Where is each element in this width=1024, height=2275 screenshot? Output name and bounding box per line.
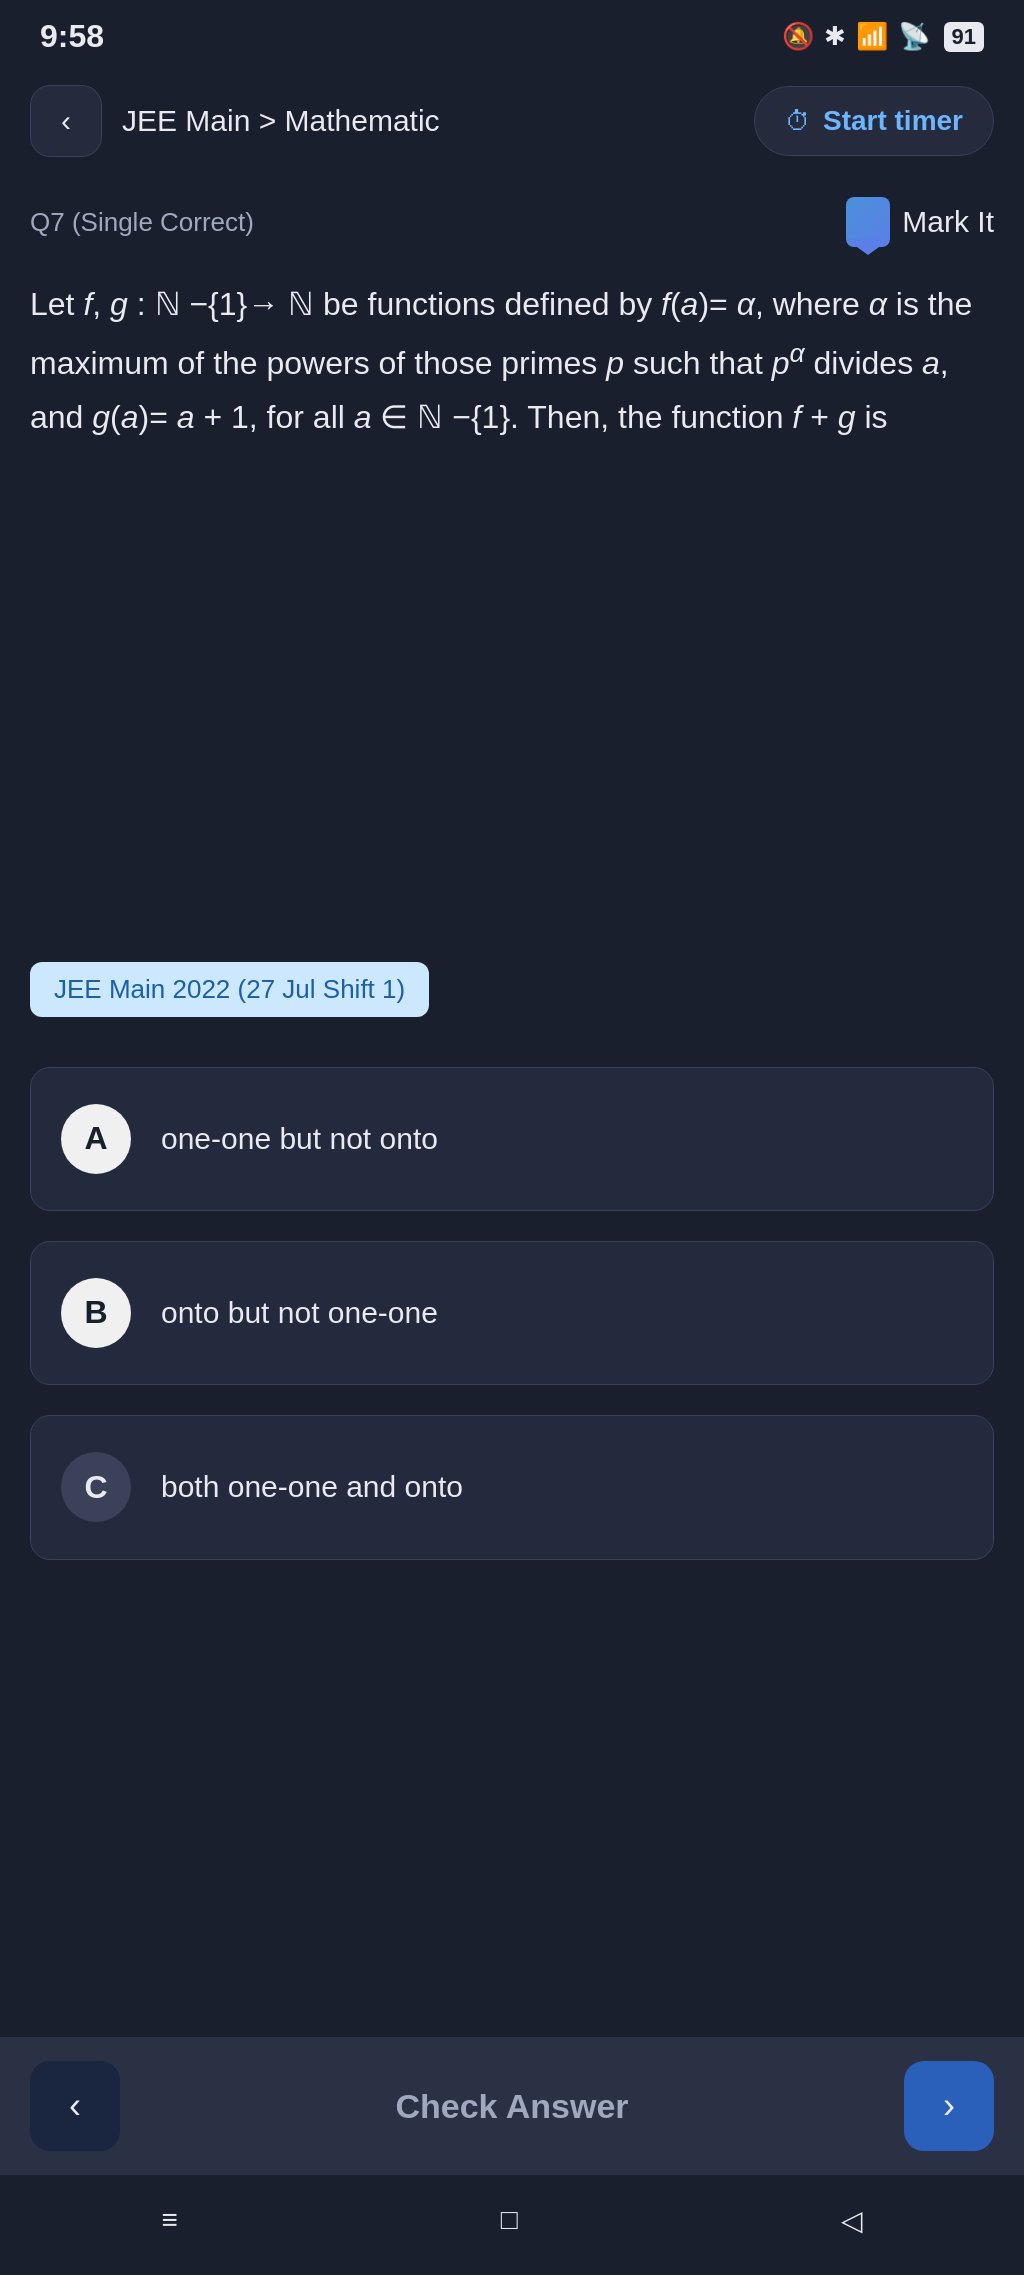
android-back-icon[interactable]: ◁ (841, 2204, 863, 2237)
check-answer-button[interactable]: Check Answer (395, 2087, 628, 2126)
timer-label: Start timer (823, 105, 963, 137)
option-a[interactable]: A one-one but not onto (30, 1067, 994, 1211)
option-c-text: both one-one and onto (161, 1470, 463, 1504)
question-header: Q7 (Single Correct) Mark It (0, 177, 1024, 257)
status-icons: 🔕 ✱ 📶 📡 91 (782, 21, 984, 52)
question-content: Let f, g : ℕ −{1}→ ℕ be functions define… (0, 257, 1024, 962)
mark-it-button[interactable]: Mark It (846, 197, 994, 247)
android-home-icon[interactable]: □ (501, 2204, 518, 2236)
question-type: Q7 (Single Correct) (30, 207, 254, 238)
prev-button[interactable]: ‹ (30, 2061, 120, 2151)
bluetooth-icon: ✱ (824, 21, 846, 52)
breadcrumb: JEE Main > Mathematic (122, 104, 734, 138)
options-container: A one-one but not onto B onto but not on… (0, 1057, 1024, 1580)
back-icon: ‹ (61, 104, 71, 138)
silent-icon: 🔕 (782, 21, 814, 52)
bottom-nav: ‹ Check Answer › (0, 2037, 1024, 2175)
signal-icon: 📡 (898, 21, 930, 52)
next-icon: › (943, 2085, 955, 2127)
option-b-text: onto but not one-one (161, 1296, 438, 1330)
option-b-letter: B (61, 1278, 131, 1348)
question-text: Let f, g : ℕ −{1}→ ℕ be functions define… (30, 277, 994, 445)
option-b[interactable]: B onto but not one-one (30, 1241, 994, 1385)
option-c[interactable]: C both one-one and onto (30, 1415, 994, 1560)
battery-icon: 91 (944, 22, 984, 52)
back-button[interactable]: ‹ (30, 85, 102, 157)
android-nav: ≡ □ ◁ (0, 2175, 1024, 2275)
option-a-letter: A (61, 1104, 131, 1174)
exam-tag: JEE Main 2022 (27 Jul Shift 1) (30, 962, 429, 1017)
header: ‹ JEE Main > Mathematic ⏱ Start timer (0, 65, 1024, 177)
status-bar: 9:58 🔕 ✱ 📶 📡 91 (0, 0, 1024, 65)
wifi-icon: 📶 (856, 21, 888, 52)
tag-container: JEE Main 2022 (27 Jul Shift 1) (0, 962, 1024, 1057)
prev-icon: ‹ (69, 2085, 81, 2127)
next-button[interactable]: › (904, 2061, 994, 2151)
status-time: 9:58 (40, 18, 104, 55)
timer-button[interactable]: ⏱ Start timer (754, 86, 994, 156)
option-c-letter: C (61, 1452, 131, 1522)
clock-icon: ⏱ (785, 106, 811, 137)
mark-it-label: Mark It (902, 205, 994, 239)
option-a-text: one-one but not onto (161, 1122, 438, 1156)
bookmark-icon (846, 197, 890, 247)
android-menu-icon[interactable]: ≡ (161, 2204, 177, 2236)
